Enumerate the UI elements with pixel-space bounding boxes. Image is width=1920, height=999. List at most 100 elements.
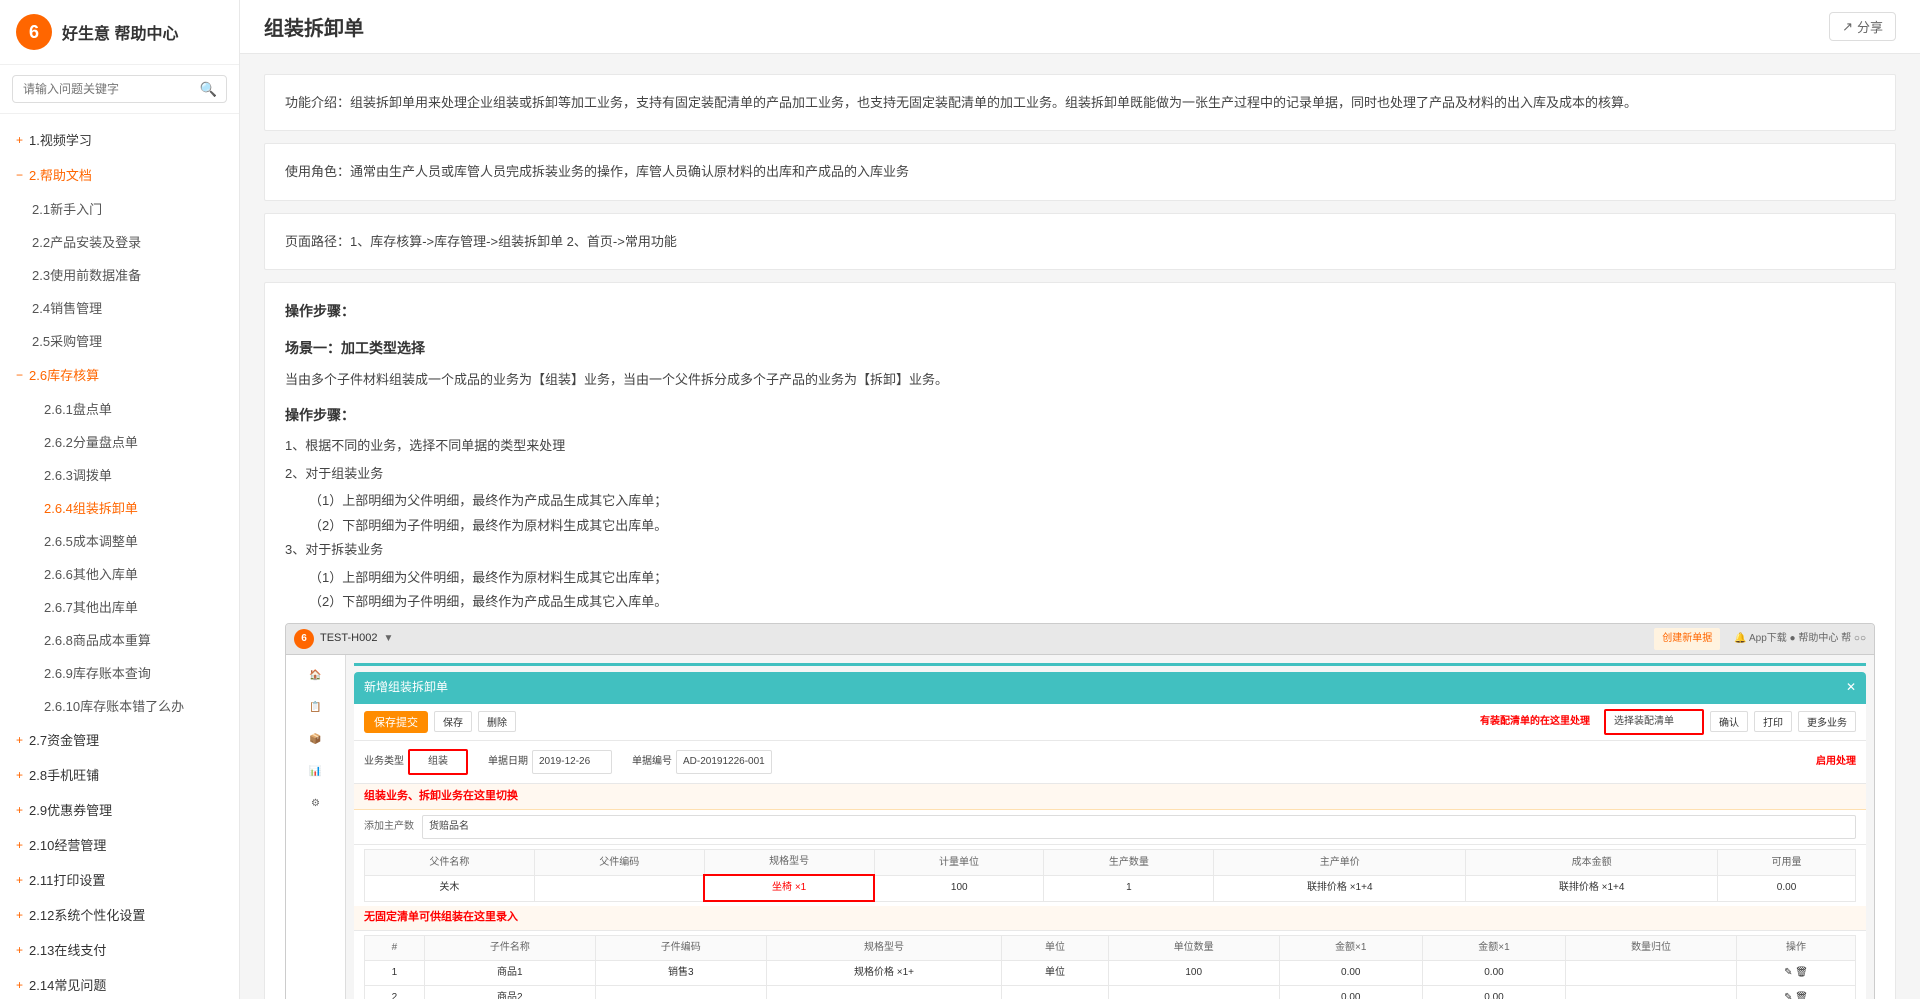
outer-system-id: TEST-H002 [320,629,377,649]
expand-icon-2-13: + [16,943,23,957]
lower-table-section: # 子件名称 子件编码 规格型号 单位 单位数量 金额×1 金额×1 [354,931,1866,999]
lower-table-row-2: 2 商品2 0.00 0.00 [365,986,1856,999]
save-btn[interactable]: 保存 [434,711,472,732]
search-box[interactable]: 🔍 [0,65,239,114]
sidebar-item-2-8[interactable]: + 2.8手机旺铺 [0,757,239,792]
assemble-select[interactable]: 选择装配清单 [1604,709,1704,735]
search-icon[interactable]: 🔍 [200,81,217,98]
sidebar-item-2-6-7[interactable]: 2.6.7其他出库单 [0,590,239,623]
create-new-btn[interactable]: 创建新单据 [1654,628,1720,650]
th-child-amount2: 金额×1 [1422,936,1565,961]
sidebar-item-2-14[interactable]: + 2.14常见问题 [0,967,239,999]
outer-nav-goods[interactable]: 📦 [290,727,341,753]
logo-area: 6 好生意 帮助中心 [0,0,239,65]
expand-icon-2-10: + [16,838,23,852]
main-area: 组装拆卸单 ↗ 分享 功能介绍：组装拆卸单用来处理企业组装或拆卸等加工业务，支持… [240,0,1920,999]
confirm-btn[interactable]: 确认 [1710,711,1748,732]
lower-table: # 子件名称 子件编码 规格型号 单位 单位数量 金额×1 金额×1 [364,935,1856,999]
sidebar-item-2-12[interactable]: + 2.12系统个性化设置 [0,897,239,932]
sidebar-item-2-6-10[interactable]: 2.6.10库存账本错了么办 [0,689,239,722]
expand-icon-2-11: + [16,873,23,887]
annotation1: 有装配清单的在这里处理 [1480,713,1590,731]
inner-dialog: 新增组装拆卸单 ✕ 保存提交 保存 删除 有装配清单的在这里处理 [354,672,1866,999]
sidebar-item-2-9[interactable]: + 2.9优惠券管理 [0,792,239,827]
sidebar-item-2-6-1[interactable]: 2.6.1盘点单 [0,392,239,425]
sidebar-item-video[interactable]: + 1.视频学习 [0,122,239,157]
th-idx: # [365,936,425,961]
th-cost: 成本金额 [1466,850,1718,876]
th-parent-name: 父件名称 [365,850,535,876]
annotation4-row: 无固定清单可供组装在这里录入 [354,906,1866,931]
cell-parent-code [534,875,704,901]
save-submit-btn[interactable]: 保存提交 [364,711,428,733]
sidebar-item-2-6-3[interactable]: 2.6.3调拨单 [0,458,239,491]
ops-section: 操作步骤： 场景一：加工类型选择 当由多个子件材料组装成一个成品的业务为【组装】… [264,282,1896,999]
search-row: 添加主产数 货赔品名 [354,810,1866,845]
inner-toolbar: 保存提交 保存 删除 有装配清单的在这里处理 选择装配清单 确认 打印 更多业务 [354,704,1866,741]
sidebar-item-2-4[interactable]: 2.4销售管理 [0,291,239,324]
order-date-input[interactable]: 2019-12-26 [532,750,612,774]
step2-text: 2、对于组装业务 [285,462,1875,485]
more-btn[interactable]: 更多业务 [1798,711,1856,732]
doc-type-field: 业务类型 组装 [364,749,468,775]
outer-main-content: 新增组装拆卸单 ✕ 保存提交 保存 删除 有装配清单的在这里处理 [346,655,1874,999]
th-parent-code: 父件编码 [534,850,704,876]
th-child-amount1: 金额×1 [1279,936,1422,961]
search-input[interactable] [12,75,227,103]
inner-close-btn[interactable]: ✕ [1846,677,1856,699]
product-search-input[interactable]: 货赔品名 [422,815,1856,839]
sidebar-item-2-3[interactable]: 2.3使用前数据准备 [0,258,239,291]
cell-parent-name: 关木 [365,875,535,901]
sidebar-item-2-6-8[interactable]: 2.6.8商品成本重算 [0,623,239,656]
delete-btn[interactable]: 删除 [478,711,516,732]
page-path-card: 页面路径：1、库存核算->库存管理->组装拆卸单 2、首页->常用功能 [264,213,1896,270]
ops-steps-heading: 操作步骤： [285,403,1875,428]
upper-table: 父件名称 父件编码 规格型号 计量单位 生产数量 主产单价 成本金额 可用量 [364,849,1856,902]
th-unit: 计量单位 [874,850,1044,876]
share-icon: ↗ [1842,19,1853,35]
print-btn[interactable]: 打印 [1754,711,1792,732]
cell-unit: 100 [874,875,1044,901]
sidebar-item-2-11[interactable]: + 2.11打印设置 [0,862,239,897]
collapse-icon: − [16,168,23,182]
expand-icon-2-14: + [16,978,23,992]
sidebar-item-2-6-6[interactable]: 2.6.6其他入库单 [0,557,239,590]
sidebar-item-2-5[interactable]: 2.5采购管理 [0,324,239,357]
nav-list: + 1.视频学习 − 2.帮助文档 2.1新手入门 2.2产品安装及登录 2.3… [0,114,239,999]
outer-nav-report[interactable]: 📊 [290,759,341,785]
outer-nav-home[interactable]: 🏠 [290,663,341,689]
sidebar-item-2-13[interactable]: + 2.13在线支付 [0,932,239,967]
sidebar-item-docs[interactable]: − 2.帮助文档 [0,157,239,192]
th-spec: 规格型号 [704,850,874,876]
screenshot-frame: 6 TEST-H002 ▼ 创建新单据 🔔 App下载 ● 帮助中心 帮 ○○ … [285,623,1875,999]
cell-qty: 1 [1044,875,1214,901]
expand-icon-2-8: + [16,768,23,782]
sidebar-item-2-6[interactable]: − 2.6库存核算 [0,357,239,392]
order-date-field: 单据日期 2019-12-26 [488,750,612,774]
step2-sub1-text: （1）上部明细为父件明细，最终作为产成品生成其它入库单； [285,489,1875,514]
expand-icon-2-9: + [16,803,23,817]
expand-icon: + [16,133,23,147]
share-button[interactable]: ↗ 分享 [1829,12,1896,41]
batch-input[interactable]: AD-20191226-001 [676,750,772,774]
sidebar-item-2-6-4[interactable]: 2.6.4组装拆卸单 [0,491,239,524]
collapse-icon-2-6: − [16,368,23,382]
batch-field: 单据编号 AD-20191226-001 [632,750,772,774]
th-child-qty: 单位数量 [1108,936,1279,961]
doc-type-input[interactable]: 组装 [408,749,468,775]
outer-logo: 6 [294,629,314,649]
sidebar-item-2-6-9[interactable]: 2.6.9库存账本查询 [0,656,239,689]
sidebar-item-2-6-2[interactable]: 2.6.2分量盘点单 [0,425,239,458]
sidebar-item-2-2[interactable]: 2.2产品安装及登录 [0,225,239,258]
outer-nav-orders[interactable]: 📋 [290,695,341,721]
sidebar-item-2-10[interactable]: + 2.10经营管理 [0,827,239,862]
order-date-label: 单据日期 [488,753,528,771]
batch-label: 单据编号 [632,753,672,771]
outer-nav-settings[interactable]: ⚙ [290,791,341,817]
sidebar-item-2-1[interactable]: 2.1新手入门 [0,192,239,225]
inner-form-section: 业务类型 组装 单据日期 2019-12-26 单据编号 AD-20191226… [354,741,1866,784]
feature-intro-card: 功能介绍：组装拆卸单用来处理企业组装或拆卸等加工业务，支持有固定装配清单的产品加… [264,74,1896,131]
cell-cost: 联排价格 ×1+4 [1466,875,1718,901]
sidebar-item-2-6-5[interactable]: 2.6.5成本调整单 [0,524,239,557]
sidebar-item-2-7[interactable]: + 2.7资金管理 [0,722,239,757]
